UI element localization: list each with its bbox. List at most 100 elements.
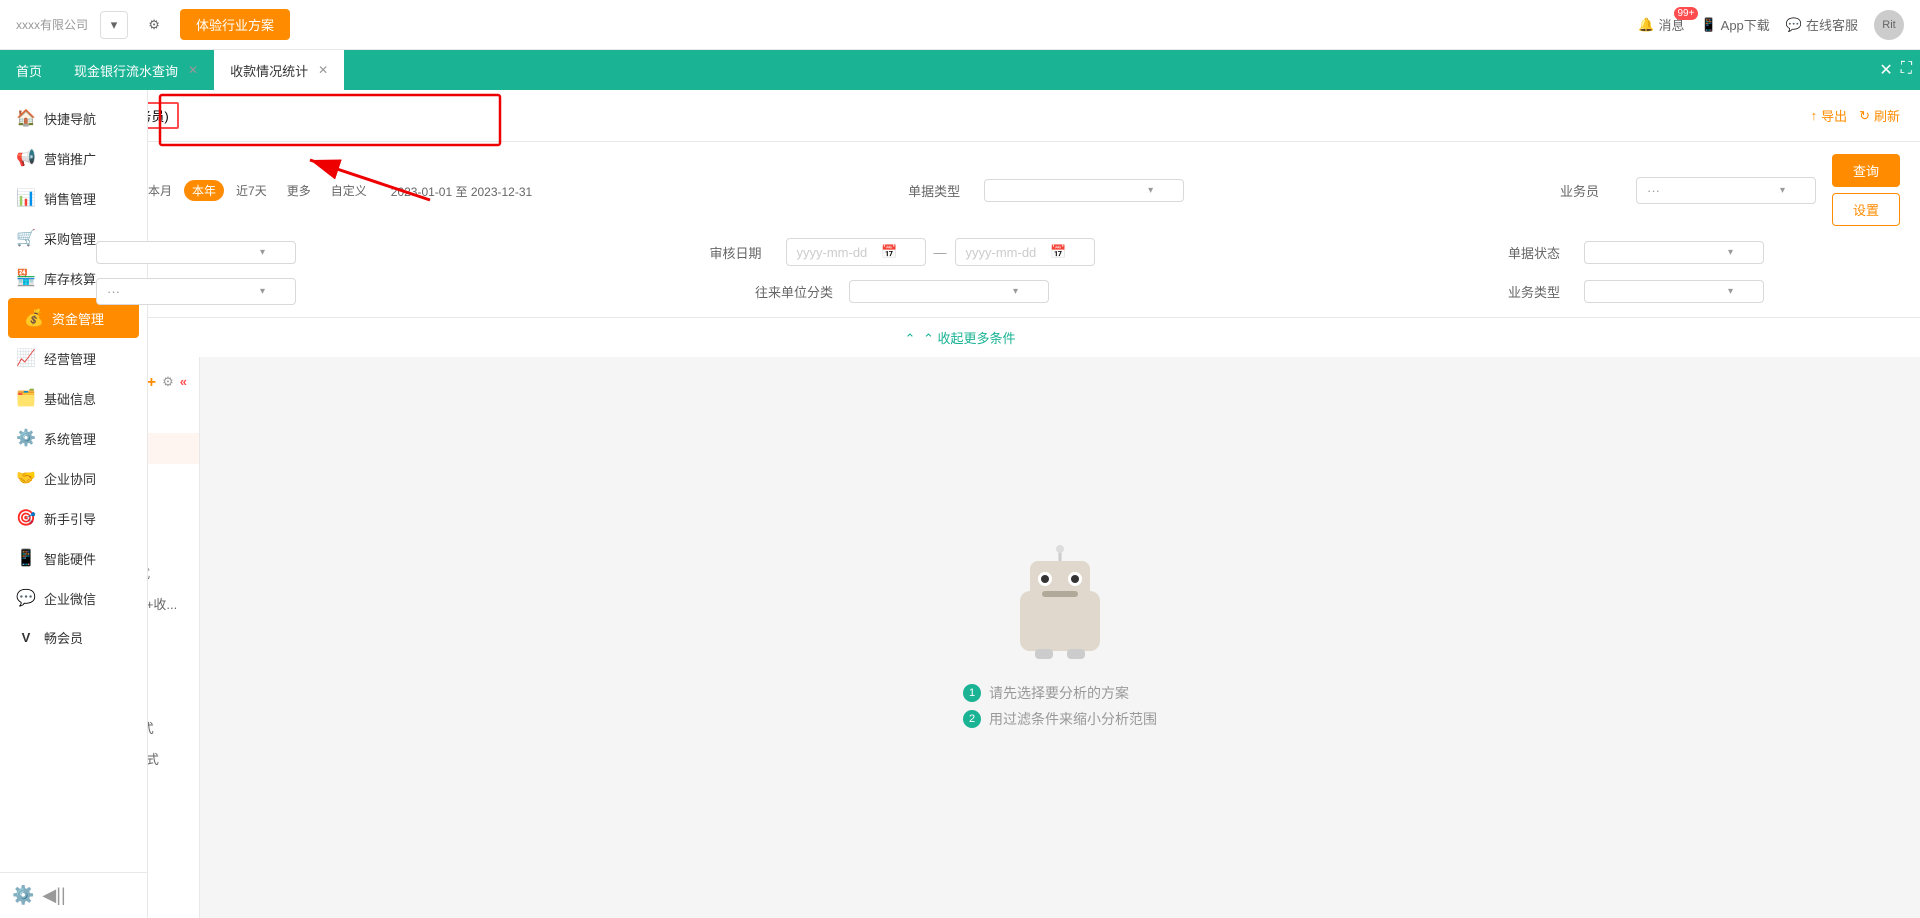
filter-content: 单据日期 上月 本月 本年 近7天 更多 自定义 2023-01-01 至 20… xyxy=(0,142,1920,317)
right-content: xxxx有限公司 ▾ ⚙ 体验行业方案 🔔 消息 99+ 📱 App下载 💬 在… xyxy=(0,0,1920,918)
sales-icon: 📊 xyxy=(16,188,36,208)
service-icon: 💬 xyxy=(1786,17,1802,33)
add-scheme-icon[interactable]: + xyxy=(147,374,156,392)
sidebar-item-basic-info[interactable]: 🗂️ 基础信息 xyxy=(0,378,147,418)
messages-button[interactable]: 🔔 消息 99+ xyxy=(1638,15,1684,34)
tab-collection-label: 收款情况统计 xyxy=(230,61,308,80)
sidebar-footer: ⚙️ ◀‍‌‌|| xyxy=(0,872,147,918)
collapse-sidebar-icon[interactable]: ◀‍‌‌|| xyxy=(42,885,65,906)
audit-date-start[interactable]: yyyy-mm-dd 📅 xyxy=(786,238,926,266)
close-tab-collection[interactable]: ✕ xyxy=(318,63,328,77)
close-tab-cash-flow[interactable]: ✕ xyxy=(188,63,198,77)
app-download-button[interactable]: 📱 App下载 xyxy=(1700,15,1769,34)
app-icon: 📱 xyxy=(1700,17,1716,33)
tab-home-label: 首页 xyxy=(16,61,42,80)
sidebar-nav: 🔍 搜索菜单 🏠 快捷导航 📢 营销推广 📊 销售管理 🛒 采购管理 🏪 xyxy=(0,50,147,872)
collapse-label: ⌃ 收起更多条件 xyxy=(923,331,1016,346)
doc-type-select[interactable]: ▾ xyxy=(984,179,1184,202)
partner-arrow: ▾ xyxy=(260,286,265,297)
tab-bar: 首页 现金银行流水查询 ✕ 收款情况统计 ✕ ✕ ⛶ xyxy=(0,50,1920,90)
doc-type-arrow: ▾ xyxy=(1148,185,1153,196)
sidebar-item-operations[interactable]: 📈 经营管理 xyxy=(0,338,147,378)
partner-select[interactable]: ··· ▾ xyxy=(96,278,296,305)
dept-select[interactable]: ▾ xyxy=(96,241,296,264)
panel-and-data: 按以下方案查询 + ⚙ « ▼ 电脑端方案 xyxy=(0,357,1920,918)
service-button[interactable]: 💬 在线客服 xyxy=(1786,15,1858,34)
doc-status-select[interactable]: ▾ xyxy=(1584,241,1764,264)
dept-arrow: ▾ xyxy=(260,247,265,258)
sidebar-item-enterprise[interactable]: 🤝 企业协同 xyxy=(0,458,147,498)
home-icon: 🏠 xyxy=(16,108,36,128)
purchase-icon: 🛒 xyxy=(16,228,36,248)
operations-icon: 📈 xyxy=(16,348,36,368)
scheme-settings-icon[interactable]: ⚙ xyxy=(162,374,174,392)
date-tab-7days[interactable]: 近7天 xyxy=(228,180,275,201)
page-title-bar: 收款情况统计(按业务员) ↑ 导出 ↻ 刷新 xyxy=(0,90,1920,142)
tip-text-1: 请先选择要分析的方案 xyxy=(989,683,1129,703)
app-label: App下载 xyxy=(1721,15,1770,34)
set-button[interactable]: 设置 xyxy=(1832,193,1900,226)
partner-cat-select[interactable]: ▾ xyxy=(849,280,1049,303)
finance-icon: 💰 xyxy=(24,308,44,328)
collapse-icon: ⌃ xyxy=(904,331,915,346)
export-button[interactable]: ↑ 导出 xyxy=(1811,106,1848,125)
sidebar-item-guide[interactable]: 🎯 新手引导 xyxy=(0,498,147,538)
tab-home[interactable]: 首页 xyxy=(0,50,58,90)
refresh-label: 刷新 xyxy=(1874,106,1900,125)
page-title-actions: ↑ 导出 ↻ 刷新 xyxy=(1811,106,1900,125)
tip-num-1: 1 xyxy=(963,684,981,702)
system-icon: ⚙️ xyxy=(16,428,36,448)
header-right: 🔔 消息 99+ 📱 App下载 💬 在线客服 Rit xyxy=(1638,10,1904,40)
audit-date-end[interactable]: yyyy-mm-dd 📅 xyxy=(955,238,1095,266)
salesman-arrow: ▾ xyxy=(1780,185,1785,196)
enterprise-icon: 🤝 xyxy=(16,468,36,488)
user-avatar[interactable]: Rit xyxy=(1874,10,1904,40)
user-name: Rit xyxy=(1882,19,1895,31)
refresh-button[interactable]: ↻ 刷新 xyxy=(1859,106,1900,125)
data-area: 1 请先选择要分析的方案 2 用过滤条件来缩小分析范围 xyxy=(200,357,1920,918)
collapse-bar[interactable]: ⌃ ⌃ 收起更多条件 xyxy=(0,317,1920,357)
calendar-end-icon[interactable]: 📅 xyxy=(1050,244,1066,260)
settings-footer-icon[interactable]: ⚙️ xyxy=(12,885,34,906)
date-tab-more[interactable]: 更多 xyxy=(279,180,319,201)
audit-date-end-placeholder: yyyy-mm-dd xyxy=(966,245,1037,260)
maximize-icon[interactable]: ⛶ xyxy=(1901,60,1912,80)
trial-button[interactable]: 体验行业方案 xyxy=(180,9,290,40)
filter-row-3: 往来单位 ··· ▾ 往来单位分类 ▾ 业务类型 xyxy=(20,278,1900,305)
sidebar-item-nav[interactable]: 🏠 快捷导航 xyxy=(0,98,147,138)
sidebar: 6 畅捷通好生意 标准版 🔍 搜索菜单 🏠 快捷导航 📢 营销推广 📊 xyxy=(0,0,148,918)
biz-type-select[interactable]: ▾ xyxy=(1584,280,1764,303)
sidebar-item-sales[interactable]: 📊 销售管理 xyxy=(0,178,147,218)
guide-icon: 🎯 xyxy=(16,508,36,528)
sidebar-item-hardware[interactable]: 📱 智能硬件 xyxy=(0,538,147,578)
tab-bar-controls: ✕ ⛶ xyxy=(1879,60,1912,80)
tab-cash-flow[interactable]: 现金银行流水查询 ✕ xyxy=(58,50,214,90)
filter-row-1: 单据日期 上月 本月 本年 近7天 更多 自定义 2023-01-01 至 20… xyxy=(20,154,1900,226)
sidebar-item-system[interactable]: ⚙️ 系统管理 xyxy=(0,418,147,458)
salesman-select[interactable]: ··· ▾ xyxy=(1636,177,1816,204)
filter-row-2: 部门 ▾ 审核日期 yyyy-mm-dd 📅 — xyxy=(20,238,1900,266)
query-button[interactable]: 查询 xyxy=(1832,154,1900,187)
date-tab-custom[interactable]: 自定义 xyxy=(323,180,375,201)
date-tab-this-year[interactable]: 本年 xyxy=(184,180,224,201)
empty-tip-2: 2 用过滤条件来缩小分析范围 xyxy=(963,709,1157,729)
doc-type-label: 单据类型 xyxy=(908,181,968,200)
empty-tips: 1 请先选择要分析的方案 2 用过滤条件来缩小分析范围 xyxy=(963,677,1157,735)
close-tab-icon[interactable]: ✕ xyxy=(1879,60,1892,80)
tab-cash-flow-label: 现金银行流水查询 xyxy=(74,61,178,80)
member-icon: V xyxy=(16,630,36,645)
sidebar-item-wechat[interactable]: 💬 企业微信 xyxy=(0,578,147,618)
sidebar-item-member[interactable]: V 畅会员 xyxy=(0,618,147,657)
sidebar-item-marketing[interactable]: 📢 营销推广 xyxy=(0,138,147,178)
top-header: xxxx有限公司 ▾ ⚙ 体验行业方案 🔔 消息 99+ 📱 App下载 💬 在… xyxy=(0,0,1920,50)
scheme-collapse-icon[interactable]: « xyxy=(180,374,187,392)
settings-btn[interactable]: ⚙ xyxy=(140,11,168,39)
breadcrumb-dropdown[interactable]: ▾ xyxy=(100,11,128,39)
calendar-start-icon[interactable]: 📅 xyxy=(881,244,897,260)
audit-date-start-placeholder: yyyy-mm-dd xyxy=(797,245,868,260)
empty-illustration: 1 请先选择要分析的方案 2 用过滤条件来缩小分析范围 xyxy=(963,541,1157,735)
audit-date-label: 审核日期 xyxy=(710,243,770,262)
breadcrumb: xxxx有限公司 xyxy=(16,16,88,33)
tip-text-2: 用过滤条件来缩小分析范围 xyxy=(989,709,1157,729)
tab-collection[interactable]: 收款情况统计 ✕ xyxy=(214,50,344,90)
